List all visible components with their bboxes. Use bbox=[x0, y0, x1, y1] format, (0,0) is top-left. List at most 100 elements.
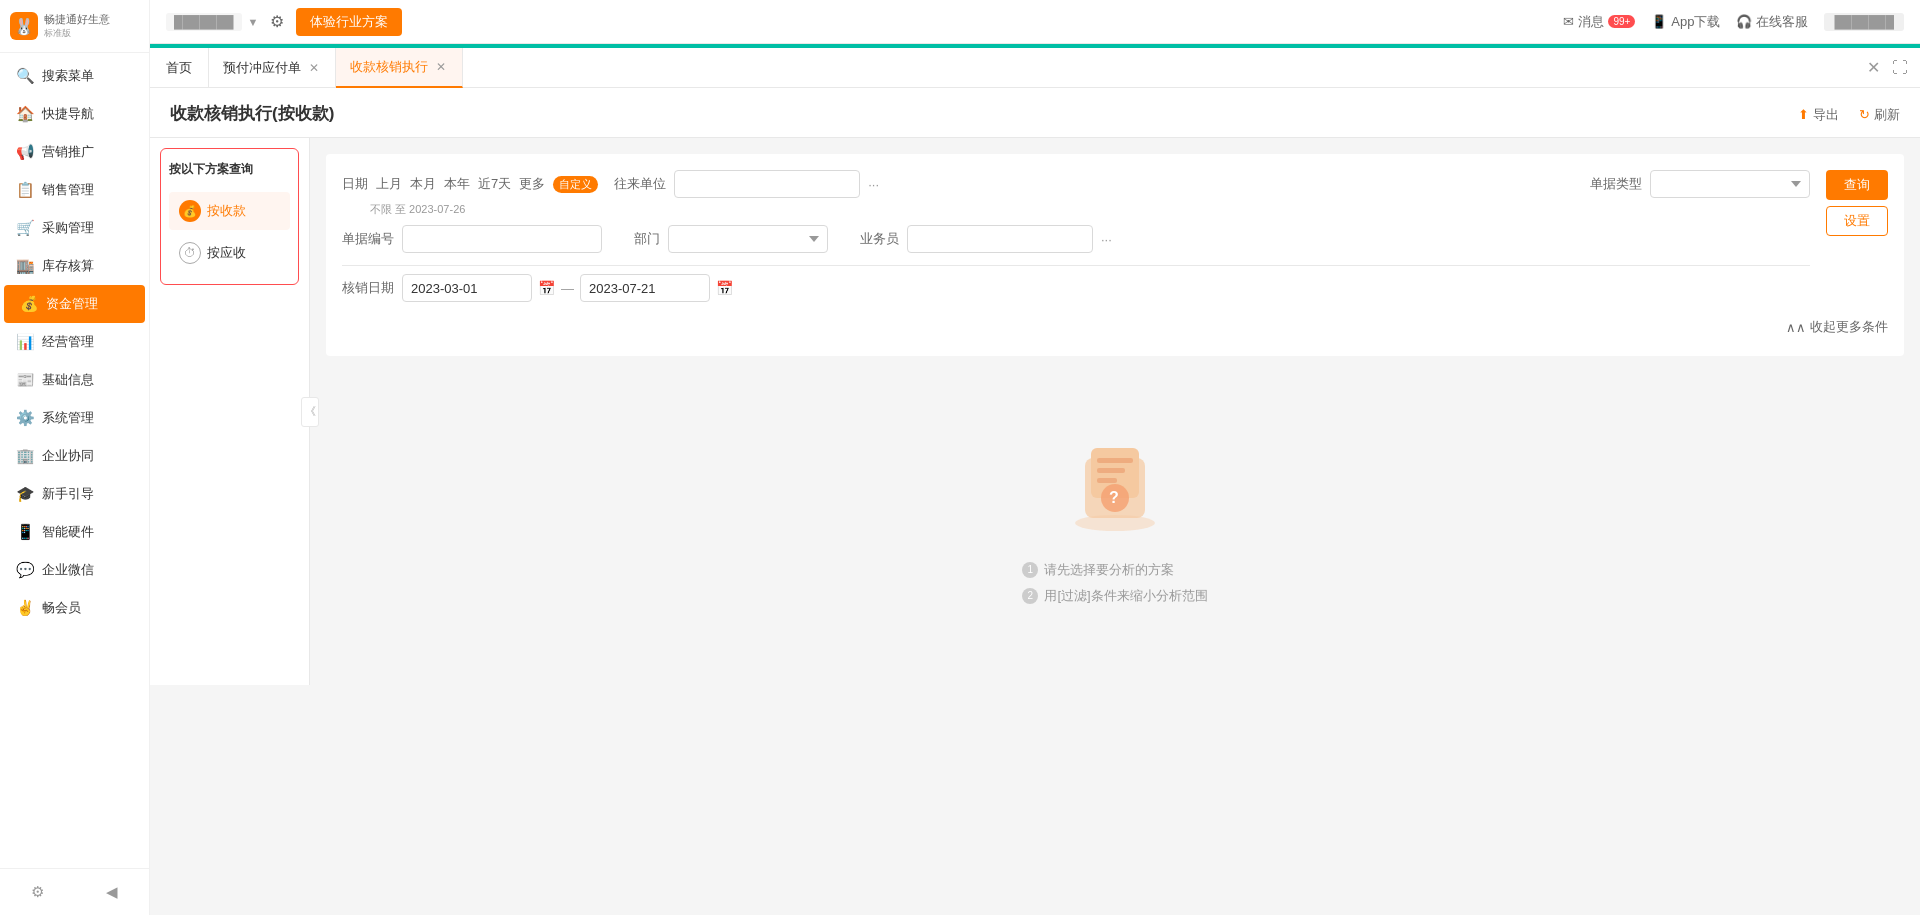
cancel-date-start-input[interactable] bbox=[402, 274, 532, 302]
collapse-conditions-btn[interactable]: ∧∧ 收起更多条件 bbox=[342, 314, 1888, 340]
refresh-button[interactable]: ↻ 刷新 bbox=[1859, 106, 1900, 124]
industry-solution-button[interactable]: 体验行业方案 bbox=[296, 8, 402, 36]
form-separator bbox=[342, 265, 1810, 266]
chevron-down-icon: ▼ bbox=[248, 16, 259, 28]
custom-date-badge[interactable]: 自定义 bbox=[553, 176, 598, 193]
tab-receipt-cancel[interactable]: 收款核销执行 ✕ bbox=[336, 48, 463, 88]
dept-field: 部门 bbox=[634, 225, 828, 253]
sidebar-item-quick-nav[interactable]: 🏠 快捷导航 bbox=[0, 95, 149, 133]
filter-row-1: 日期 上月 本月 本年 近7天 更多 自定义 bbox=[342, 170, 1810, 198]
sidebar-item-search[interactable]: 🔍 搜索菜单 bbox=[0, 57, 149, 95]
tab-prepay[interactable]: 预付冲应付单 ✕ bbox=[209, 48, 336, 88]
company-selector[interactable]: ███████ ▼ bbox=[166, 13, 258, 31]
partner-input[interactable] bbox=[674, 170, 860, 198]
collapse-sidebar-btn[interactable]: ◀ bbox=[102, 879, 122, 905]
calendar-start-icon[interactable]: 📅 bbox=[538, 280, 555, 296]
settings-button[interactable]: 设置 bbox=[1826, 206, 1888, 236]
filter-receivable-label: 按应收 bbox=[207, 244, 246, 262]
bill-type-select[interactable] bbox=[1650, 170, 1810, 198]
dept-select-wrapper bbox=[668, 225, 828, 253]
user-name[interactable]: ███████ bbox=[1824, 13, 1904, 31]
operation-icon: 📊 bbox=[16, 333, 34, 351]
sidebar-item-basic[interactable]: 📰 基础信息 bbox=[0, 361, 149, 399]
date-hint: 不限 至 2023-07-26 bbox=[370, 202, 1810, 217]
cancel-date-label: 核销日期 bbox=[342, 279, 394, 297]
close-tab-icon[interactable]: ✕ bbox=[1863, 54, 1884, 81]
tab-prepay-close[interactable]: ✕ bbox=[307, 59, 321, 77]
cancel-date-end-input[interactable] bbox=[580, 274, 710, 302]
filter-by-receivable[interactable]: ⏱ 按应收 bbox=[169, 234, 290, 272]
cancel-date-range: 📅 — 📅 bbox=[402, 274, 733, 302]
tab-receipt-cancel-label: 收款核销执行 bbox=[350, 58, 428, 76]
app-label: App下载 bbox=[1671, 13, 1720, 31]
empty-illustration: ? bbox=[1055, 428, 1175, 541]
sidebar-item-enterprise[interactable]: 🏢 企业协同 bbox=[0, 437, 149, 475]
message-icon: ✉ bbox=[1563, 14, 1574, 29]
export-button[interactable]: ⬆ 导出 bbox=[1798, 106, 1839, 124]
tabbar: 首页 预付冲应付单 ✕ 收款核销执行 ✕ ✕ ⛶ bbox=[150, 48, 1920, 88]
bill-no-input[interactable] bbox=[402, 225, 602, 253]
chevron-up-icon: ∧∧ bbox=[1786, 320, 1806, 335]
clerk-more-icon[interactable]: ··· bbox=[1101, 232, 1112, 247]
sidebar-item-vip[interactable]: ✌️ 畅会员 bbox=[0, 589, 149, 627]
sidebar-item-purchase[interactable]: 🛒 采购管理 bbox=[0, 209, 149, 247]
query-button[interactable]: 查询 bbox=[1826, 170, 1888, 200]
bill-no-field: 单据编号 bbox=[342, 225, 602, 253]
right-panel: 日期 上月 本月 本年 近7天 更多 自定义 bbox=[310, 138, 1920, 685]
dept-select[interactable] bbox=[668, 225, 828, 253]
sidebar-item-sales[interactable]: 📋 销售管理 bbox=[0, 171, 149, 209]
tip-num-2: 2 bbox=[1022, 588, 1038, 604]
tab-home[interactable]: 首页 bbox=[150, 48, 209, 88]
finance-icon: 💰 bbox=[20, 295, 38, 313]
refresh-icon: ↻ bbox=[1859, 107, 1870, 122]
topbar-right: ✉ 消息 99+ 📱 App下载 🎧 在线客服 ███████ bbox=[1563, 13, 1904, 31]
receivable-icon: ⏱ bbox=[179, 242, 201, 264]
header-actions: ⬆ 导出 ↻ 刷新 bbox=[1798, 106, 1900, 134]
sidebar-item-hardware[interactable]: 📱 智能硬件 bbox=[0, 513, 149, 551]
this-year-btn[interactable]: 本年 bbox=[444, 175, 470, 193]
export-label: 导出 bbox=[1813, 106, 1839, 124]
calendar-end-icon[interactable]: 📅 bbox=[716, 280, 733, 296]
sidebar-item-operation[interactable]: 📊 经营管理 bbox=[0, 323, 149, 361]
receipt-icon: 💰 bbox=[179, 200, 201, 222]
left-panel-title: 按以下方案查询 bbox=[169, 157, 290, 182]
phone-icon: 📱 bbox=[1651, 14, 1667, 29]
filter-by-receipt[interactable]: 💰 按收款 bbox=[169, 192, 290, 230]
bill-type-field: 单据类型 bbox=[1590, 170, 1810, 198]
clerk-input[interactable] bbox=[907, 225, 1093, 253]
sidebar-item-label: 快捷导航 bbox=[42, 105, 94, 123]
sidebar-item-marketing[interactable]: 📢 营销推广 bbox=[0, 133, 149, 171]
tab-receipt-cancel-close[interactable]: ✕ bbox=[434, 58, 448, 76]
last-month-btn[interactable]: 上月 bbox=[376, 175, 402, 193]
sidebar-item-inventory[interactable]: 🏬 库存核算 bbox=[0, 247, 149, 285]
vip-icon: ✌️ bbox=[16, 599, 34, 617]
app-download-btn[interactable]: 📱 App下载 bbox=[1651, 13, 1720, 31]
tip-text-1: 请先选择要分析的方案 bbox=[1044, 557, 1174, 583]
message-label: 消息 bbox=[1578, 13, 1604, 31]
collapse-panel-btn[interactable]: 《 bbox=[301, 397, 319, 427]
svg-rect-4 bbox=[1097, 468, 1125, 473]
sidebar-item-label: 系统管理 bbox=[42, 409, 94, 427]
last-7days-btn[interactable]: 近7天 bbox=[478, 175, 511, 193]
settings-footer-icon[interactable]: ⚙ bbox=[27, 879, 48, 905]
sidebar-item-wechat[interactable]: 💬 企业微信 bbox=[0, 551, 149, 589]
message-btn[interactable]: ✉ 消息 99+ bbox=[1563, 13, 1635, 31]
search-menu-icon: 🔍 bbox=[16, 67, 34, 85]
sidebar-item-label: 销售管理 bbox=[42, 181, 94, 199]
guide-icon: 🎓 bbox=[16, 485, 34, 503]
this-month-btn[interactable]: 本月 bbox=[410, 175, 436, 193]
tabbar-actions: ✕ ⛶ bbox=[1863, 54, 1920, 81]
topbar: ███████ ▼ ⚙ 体验行业方案 ✉ 消息 99+ 📱 App下载 🎧 在线… bbox=[150, 0, 1920, 44]
sidebar-item-label: 基础信息 bbox=[42, 371, 94, 389]
sidebar-item-label: 智能硬件 bbox=[42, 523, 94, 541]
more-date-btn[interactable]: 更多 bbox=[519, 175, 545, 193]
sidebar-item-finance[interactable]: 💰 资金管理 bbox=[4, 285, 145, 323]
sidebar-item-guide[interactable]: 🎓 新手引导 bbox=[0, 475, 149, 513]
service-icon: 🎧 bbox=[1736, 14, 1752, 29]
expand-tab-icon[interactable]: ⛶ bbox=[1888, 55, 1912, 81]
partner-more-icon[interactable]: ··· bbox=[868, 177, 879, 192]
online-service-btn[interactable]: 🎧 在线客服 bbox=[1736, 13, 1808, 31]
topbar-gear-icon[interactable]: ⚙ bbox=[270, 12, 284, 31]
sidebar-item-system[interactable]: ⚙️ 系统管理 bbox=[0, 399, 149, 437]
refresh-label: 刷新 bbox=[1874, 106, 1900, 124]
